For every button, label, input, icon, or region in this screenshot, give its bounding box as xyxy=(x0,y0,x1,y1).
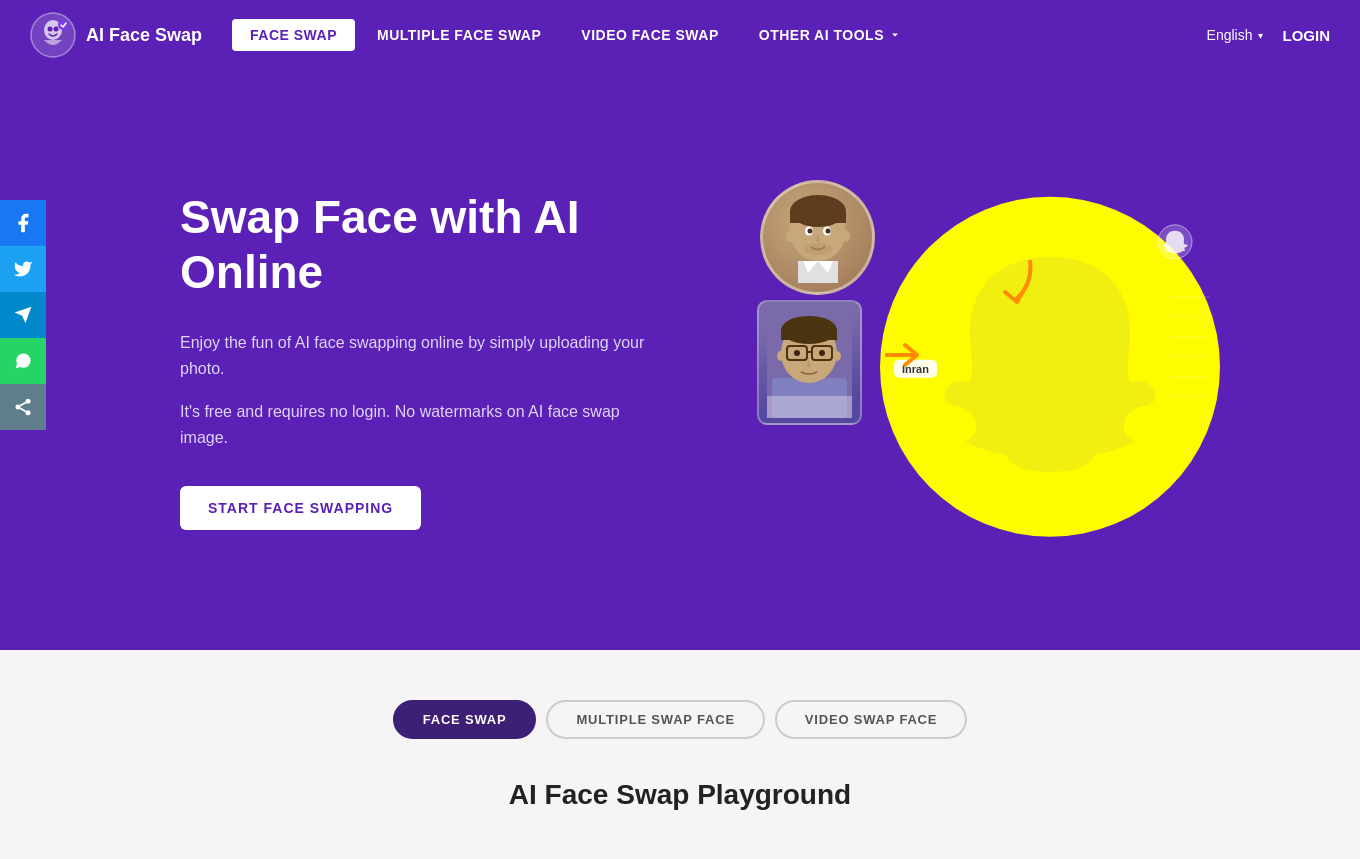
tabs-section: FACE SWAP MULTIPLE SWAP FACE VIDEO SWAP … xyxy=(0,650,1360,859)
yellow-result-circle: Inran xyxy=(880,197,1220,537)
svg-line-4 xyxy=(20,402,26,405)
nav-other-ai-tools[interactable]: OTHER AI TOOLS xyxy=(741,19,919,51)
share-button[interactable] xyxy=(0,384,46,430)
svg-point-0 xyxy=(26,399,31,404)
nav-multiple-face-swap[interactable]: MULTIPLE FACE SWAP xyxy=(359,19,559,51)
section-title: AI Face Swap Playground xyxy=(509,779,851,811)
hero-section: Swap Face with AI Online Enjoy the fun o… xyxy=(0,70,1360,650)
svg-point-16 xyxy=(825,228,830,233)
face-avatar-1 xyxy=(773,193,863,283)
facebook-share-button[interactable] xyxy=(0,200,46,246)
svg-point-2 xyxy=(26,410,31,415)
tab-face-swap[interactable]: FACE SWAP xyxy=(393,700,537,739)
svg-point-19 xyxy=(842,230,850,242)
source-face-photo-1 xyxy=(760,180,875,295)
svg-rect-25 xyxy=(781,330,837,340)
lang-chevron-icon: ▾ xyxy=(1258,30,1263,41)
snapchat-overlay-icon xyxy=(1157,224,1193,264)
svg-point-8 xyxy=(54,27,59,32)
tab-video-swap-face[interactable]: VIDEO SWAP FACE xyxy=(775,700,967,739)
tab-multiple-swap-face[interactable]: MULTIPLE SWAP FACE xyxy=(546,700,764,739)
twitter-share-button[interactable] xyxy=(0,246,46,292)
svg-point-29 xyxy=(794,350,800,356)
language-selector[interactable]: English ▾ xyxy=(1207,27,1263,43)
nav-face-swap[interactable]: FACE SWAP xyxy=(232,19,355,51)
start-face-swapping-button[interactable]: START FACE SWAPPING xyxy=(180,486,421,530)
arrow-down-icon xyxy=(995,260,1035,318)
navbar: AI Face Swap FACE SWAP MULTIPLE FACE SWA… xyxy=(0,0,1360,70)
nav-right: English ▾ LOGIN xyxy=(1207,27,1330,44)
svg-point-9 xyxy=(58,20,68,30)
decorative-lines xyxy=(1165,267,1215,467)
logo-link[interactable]: AI Face Swap xyxy=(30,12,202,58)
arrow-right-icon xyxy=(885,340,925,378)
tab-bar: FACE SWAP MULTIPLE SWAP FACE VIDEO SWAP … xyxy=(393,700,968,739)
logo-text: AI Face Swap xyxy=(86,25,202,46)
svg-rect-20 xyxy=(798,261,838,283)
telegram-share-button[interactable] xyxy=(0,292,46,338)
svg-point-1 xyxy=(16,405,21,410)
svg-point-18 xyxy=(786,230,794,242)
whatsapp-share-button[interactable] xyxy=(0,338,46,384)
svg-point-30 xyxy=(819,350,825,356)
hero-content: Swap Face with AI Online Enjoy the fun o… xyxy=(180,190,660,531)
hero-desc2: It's free and requires no login. No wate… xyxy=(180,399,660,450)
login-button[interactable]: LOGIN xyxy=(1283,27,1331,44)
svg-point-7 xyxy=(48,27,53,32)
svg-rect-33 xyxy=(767,396,852,418)
svg-point-31 xyxy=(777,351,785,361)
hero-title: Swap Face with AI Online xyxy=(180,190,660,300)
nav-links: FACE SWAP MULTIPLE FACE SWAP VIDEO FACE … xyxy=(232,19,1207,51)
svg-point-14 xyxy=(807,228,812,233)
svg-point-32 xyxy=(833,351,841,361)
svg-point-17 xyxy=(804,243,832,255)
social-sidebar xyxy=(0,200,46,430)
hero-illustration: Inran xyxy=(660,150,1280,570)
logo-icon xyxy=(30,12,76,58)
hero-desc1: Enjoy the fun of AI face swapping online… xyxy=(180,330,660,381)
source-face-photo-2 xyxy=(757,300,862,425)
svg-rect-12 xyxy=(790,211,846,223)
svg-line-3 xyxy=(20,408,26,411)
dropdown-chevron-icon xyxy=(889,29,901,41)
nav-video-face-swap[interactable]: VIDEO FACE SWAP xyxy=(563,19,736,51)
face-avatar-2 xyxy=(767,308,852,418)
